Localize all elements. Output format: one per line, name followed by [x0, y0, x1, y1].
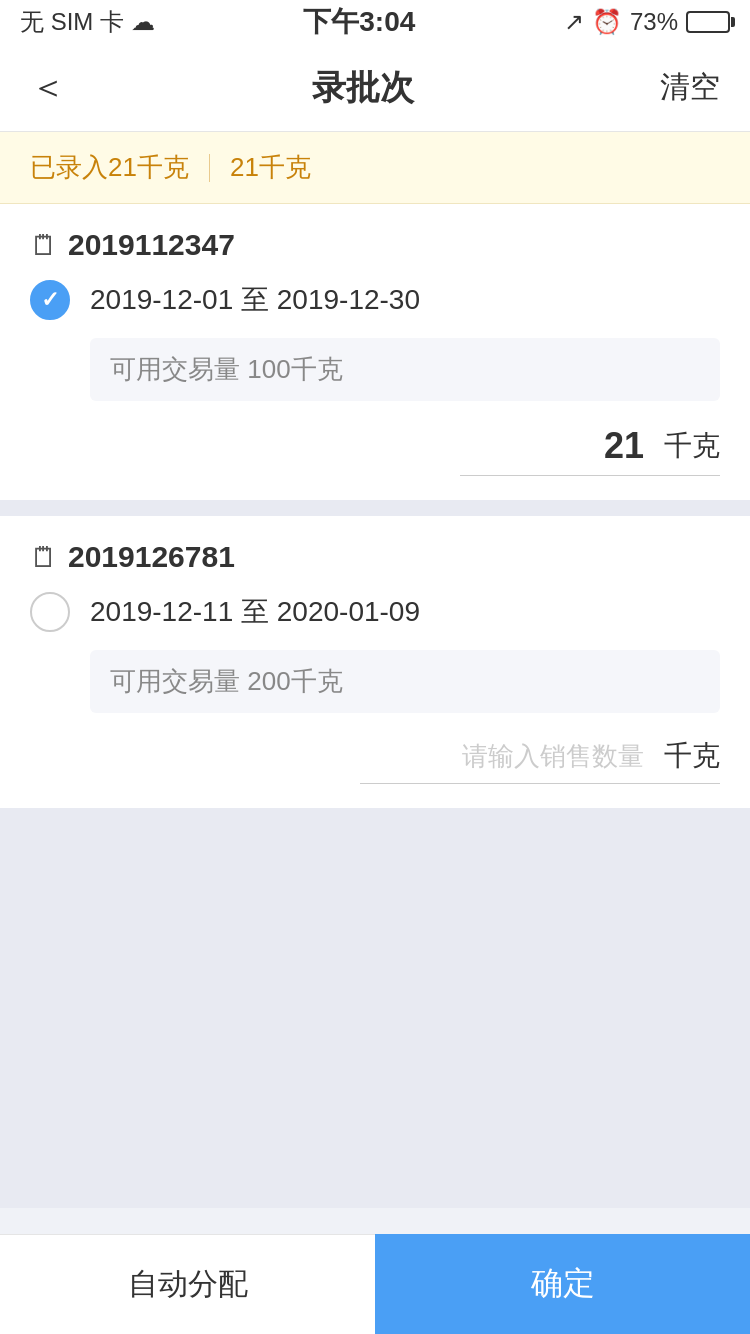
quantity-input-1[interactable]	[564, 425, 644, 467]
status-bar: 无 SIM 卡 ☁ 下午3:04 ↗ ⏰ 73%	[0, 0, 750, 44]
batch-id-2: 2019126781	[68, 540, 235, 574]
status-right: ↗ ⏰ 73%	[564, 8, 730, 36]
battery-percent: 73%	[630, 8, 678, 36]
back-button[interactable]: ＜	[30, 63, 66, 112]
section-divider	[0, 500, 750, 516]
info-divider	[209, 154, 210, 182]
location-icon: ↗	[564, 8, 584, 36]
batch-icon-1: 🗒	[30, 229, 58, 262]
auto-distribute-button[interactable]: 自动分配	[0, 1234, 375, 1334]
nav-bar: ＜ 录批次 清空	[0, 44, 750, 132]
battery-icon	[686, 11, 730, 33]
footer: 自动分配 确定	[0, 1234, 750, 1334]
batch-card-2: 🗒 2019126781 2019-12-11 至 2020-01-09 可用交…	[0, 516, 750, 808]
unit-label-1: 千克	[664, 427, 720, 465]
sim-label: 无 SIM 卡 ☁	[20, 6, 155, 38]
unit-label-2: 千克	[664, 737, 720, 775]
radio-1[interactable]	[30, 280, 70, 320]
batch-date-1: 2019-12-01 至 2019-12-30	[90, 281, 420, 319]
radio-2[interactable]	[30, 592, 70, 632]
batch-date-2: 2019-12-11 至 2020-01-09	[90, 593, 420, 631]
recorded-value: 21千克	[230, 150, 311, 185]
batch-card-1: 🗒 2019112347 2019-12-01 至 2019-12-30 可用交…	[0, 204, 750, 500]
batch-icon-2: 🗒	[30, 541, 58, 574]
status-time: 下午3:04	[303, 3, 415, 41]
recorded-label: 已录入21千克	[30, 150, 189, 185]
batch-header-1: 🗒 2019112347	[0, 204, 750, 272]
quantity-input-2[interactable]	[444, 740, 644, 772]
status-left: 无 SIM 卡 ☁	[20, 6, 155, 38]
batch-header-2: 🗒 2019126781	[0, 516, 750, 584]
avail-box-1: 可用交易量 100千克	[90, 338, 720, 401]
avail-box-2: 可用交易量 200千克	[90, 650, 720, 713]
clear-button[interactable]: 清空	[660, 67, 720, 108]
alarm-icon: ⏰	[592, 8, 622, 36]
page-title: 录批次	[312, 65, 414, 111]
bottom-empty-area	[0, 808, 750, 1208]
batch-row-2[interactable]: 2019-12-11 至 2020-01-09	[0, 584, 750, 640]
info-banner: 已录入21千克 21千克	[0, 132, 750, 204]
batch-id-1: 2019112347	[68, 228, 235, 262]
batch-row-1[interactable]: 2019-12-01 至 2019-12-30	[0, 272, 750, 328]
confirm-button[interactable]: 确定	[375, 1234, 750, 1334]
